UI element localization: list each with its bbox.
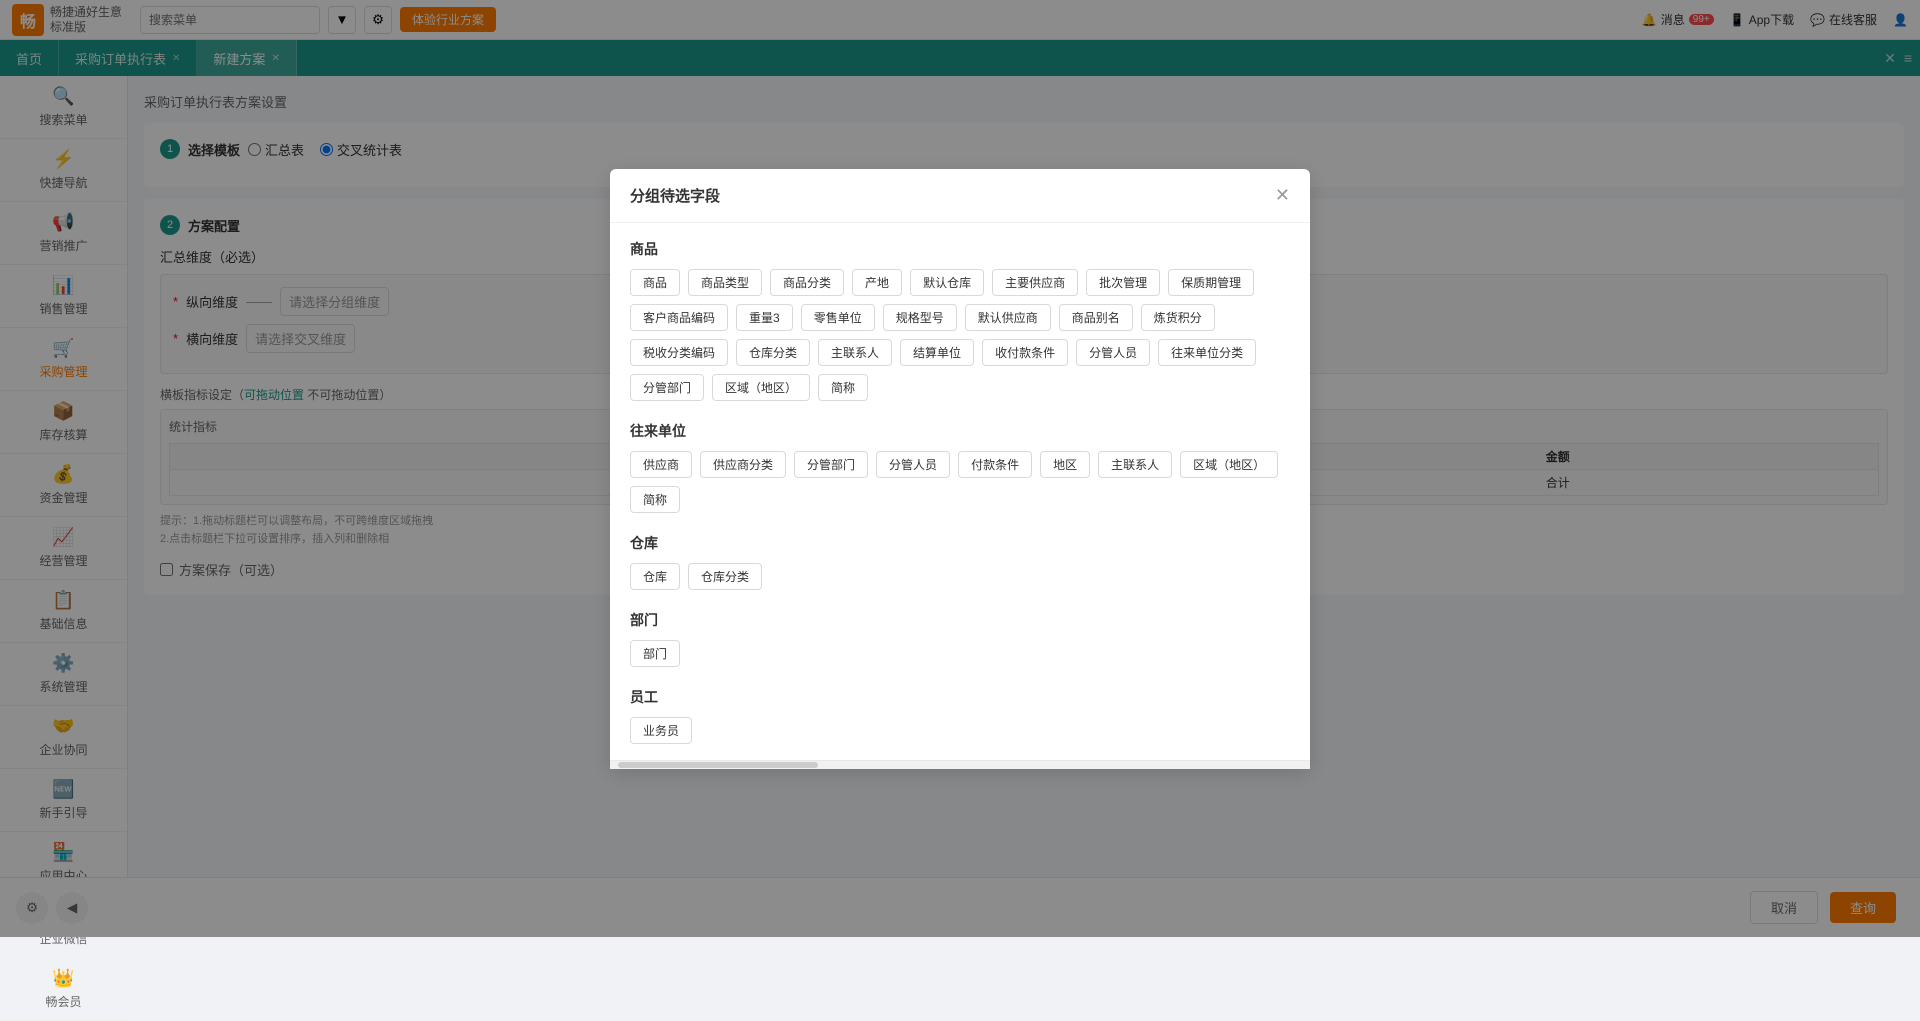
field-tag[interactable]: 结算单位 [900, 339, 974, 366]
field-tag[interactable]: 简称 [818, 374, 868, 401]
section-warehouse: 仓库 仓库 仓库分类 [630, 533, 1290, 590]
section-dept: 部门 部门 [630, 610, 1290, 667]
section-goods: 商品 商品 商品类型 商品分类 产地 默认仓库 主要供应商 批次管理 保质期管理… [630, 239, 1290, 401]
field-tag[interactable]: 批次管理 [1086, 269, 1160, 296]
field-tag[interactable]: 主联系人 [818, 339, 892, 366]
field-tag[interactable]: 客户商品编码 [630, 304, 728, 331]
field-tag[interactable]: 零售单位 [801, 304, 875, 331]
horizontal-scrollbar [610, 760, 1310, 769]
section-partner: 往来单位 供应商 供应商分类 分管部门 分管人员 付款条件 地区 主联系人 区域… [630, 421, 1290, 513]
field-tag[interactable]: 部门 [630, 640, 680, 667]
field-tag[interactable]: 区域（地区） [712, 374, 810, 401]
member-icon: 👑 [52, 968, 74, 989]
field-tag[interactable]: 默认仓库 [910, 269, 984, 296]
field-tag[interactable]: 供应商分类 [700, 451, 786, 478]
field-tag[interactable]: 商品类型 [688, 269, 762, 296]
dept-fields: 部门 [630, 640, 1290, 667]
field-tag[interactable]: 简称 [630, 486, 680, 513]
field-tag[interactable]: 供应商 [630, 451, 692, 478]
sidebar-item-member[interactable]: 👑 畅会员 [0, 958, 127, 1021]
field-tag[interactable]: 区域（地区） [1180, 451, 1278, 478]
field-tag[interactable]: 商品别名 [1059, 304, 1133, 331]
field-tag[interactable]: 保质期管理 [1168, 269, 1254, 296]
goods-fields: 商品 商品类型 商品分类 产地 默认仓库 主要供应商 批次管理 保质期管理 客户… [630, 269, 1290, 401]
field-tag[interactable]: 业务员 [630, 717, 692, 744]
section-warehouse-title: 仓库 [630, 533, 1290, 553]
field-tag[interactable]: 炼货积分 [1141, 304, 1215, 331]
warehouse-fields: 仓库 仓库分类 [630, 563, 1290, 590]
field-tag[interactable]: 规格型号 [883, 304, 957, 331]
section-employee-title: 员工 [630, 687, 1290, 707]
field-tag[interactable]: 付款条件 [958, 451, 1032, 478]
section-goods-title: 商品 [630, 239, 1290, 259]
field-tag[interactable]: 重量3 [736, 304, 793, 331]
section-partner-title: 往来单位 [630, 421, 1290, 441]
field-tag[interactable]: 税收分类编码 [630, 339, 728, 366]
modal-title: 分组待选字段 [630, 185, 720, 206]
employee-fields: 业务员 [630, 717, 1290, 744]
h-scroll-thumb [618, 762, 818, 768]
field-selection-modal: 分组待选字段 ✕ 商品 商品 商品类型 商品分类 产地 默认仓库 主要供应商 批… [610, 169, 1310, 769]
field-tag[interactable]: 收付款条件 [982, 339, 1068, 366]
modal-overlay[interactable]: 分组待选字段 ✕ 商品 商品 商品类型 商品分类 产地 默认仓库 主要供应商 批… [0, 0, 1920, 937]
modal-close-button[interactable]: ✕ [1275, 185, 1290, 206]
field-tag[interactable]: 分管部门 [630, 374, 704, 401]
field-tag[interactable]: 商品分类 [770, 269, 844, 296]
section-employee: 员工 业务员 [630, 687, 1290, 744]
modal-header: 分组待选字段 ✕ [610, 169, 1310, 223]
field-tag[interactable]: 商品 [630, 269, 680, 296]
section-dept-title: 部门 [630, 610, 1290, 630]
field-tag[interactable]: 分管人员 [876, 451, 950, 478]
field-tag[interactable]: 往来单位分类 [1158, 339, 1256, 366]
field-tag[interactable]: 主要供应商 [992, 269, 1078, 296]
field-tag[interactable]: 产地 [852, 269, 902, 296]
field-tag[interactable]: 分管人员 [1076, 339, 1150, 366]
partner-fields: 供应商 供应商分类 分管部门 分管人员 付款条件 地区 主联系人 区域（地区） … [630, 451, 1290, 513]
field-tag[interactable]: 默认供应商 [965, 304, 1051, 331]
field-tag[interactable]: 地区 [1040, 451, 1090, 478]
field-tag[interactable]: 仓库分类 [688, 563, 762, 590]
field-tag[interactable]: 主联系人 [1098, 451, 1172, 478]
field-tag[interactable]: 分管部门 [794, 451, 868, 478]
field-tag[interactable]: 仓库分类 [736, 339, 810, 366]
modal-body: 商品 商品 商品类型 商品分类 产地 默认仓库 主要供应商 批次管理 保质期管理… [610, 223, 1310, 760]
field-tag[interactable]: 仓库 [630, 563, 680, 590]
